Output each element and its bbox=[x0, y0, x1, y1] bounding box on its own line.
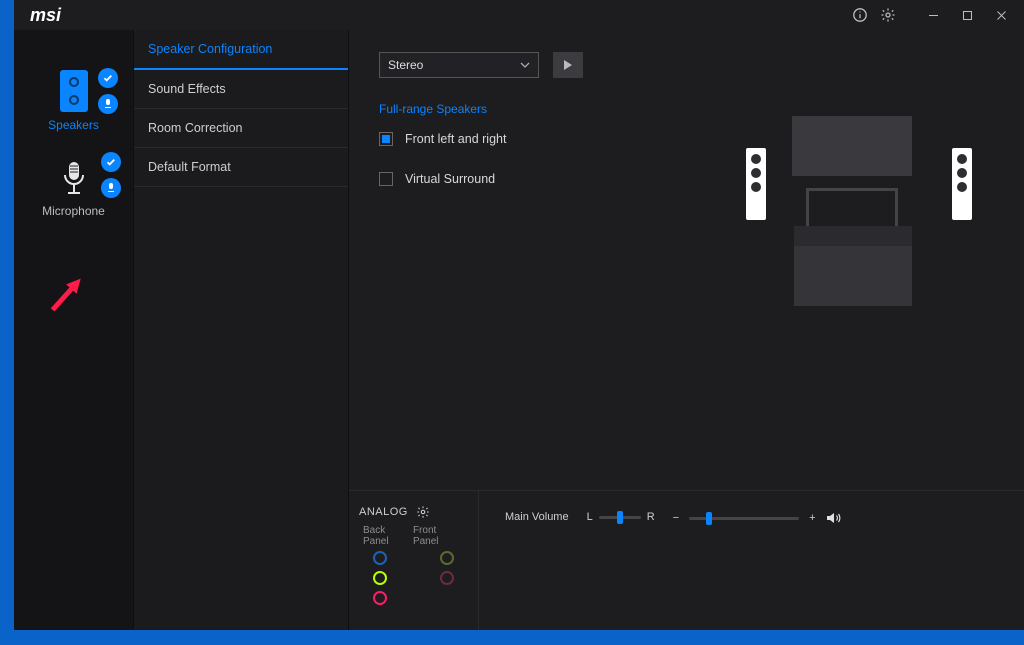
device-microphone[interactable]: Microphone bbox=[14, 150, 133, 236]
front-lr-checkbox[interactable] bbox=[379, 132, 393, 146]
device-badge-icon bbox=[101, 178, 121, 198]
balance-slider[interactable] bbox=[599, 516, 641, 519]
volume-slider[interactable] bbox=[689, 517, 799, 520]
section-title: Full-range Speakers bbox=[379, 102, 994, 116]
jack-back-2[interactable] bbox=[373, 571, 387, 585]
front-panel-label: Front Panel bbox=[413, 525, 464, 547]
volume-plus-button[interactable]: + bbox=[809, 512, 815, 524]
microphone-icon bbox=[61, 160, 87, 198]
balance-control: L R bbox=[587, 511, 655, 523]
nav-speaker-configuration[interactable]: Speaker Configuration bbox=[134, 30, 348, 70]
cabinet-back-icon bbox=[806, 188, 898, 228]
chevron-down-icon bbox=[520, 62, 530, 68]
annotation-arrow-icon bbox=[45, 273, 88, 318]
nav-sound-effects[interactable]: Sound Effects bbox=[134, 70, 348, 109]
content-pane: Stereo Full-range Speakers Front left an… bbox=[349, 30, 1024, 630]
test-play-button[interactable] bbox=[553, 52, 583, 78]
jack-front-2[interactable] bbox=[440, 571, 454, 585]
bottom-panel: ANALOG Back Panel Front Panel bbox=[349, 490, 1024, 630]
room-visualization bbox=[734, 120, 984, 370]
checkbox-label: Virtual Surround bbox=[405, 172, 495, 186]
device-label: Microphone bbox=[42, 204, 105, 218]
minimize-button[interactable] bbox=[916, 1, 950, 29]
volume-pane: Main Volume L R − + bbox=[479, 491, 1024, 630]
app-window: msi bbox=[14, 0, 1024, 630]
main-volume-label: Main Volume bbox=[505, 511, 569, 523]
volume-control: − + bbox=[673, 511, 842, 525]
select-value: Stereo bbox=[388, 58, 423, 72]
analog-panel: ANALOG Back Panel Front Panel bbox=[349, 491, 479, 630]
play-icon bbox=[563, 59, 573, 71]
back-panel-label: Back Panel bbox=[363, 525, 413, 547]
device-sidebar: Speakers Microphone bbox=[14, 30, 134, 630]
balance-left-label: L bbox=[587, 511, 593, 523]
nav-room-correction[interactable]: Room Correction bbox=[134, 109, 348, 148]
svg-text:msi: msi bbox=[30, 5, 62, 25]
tv-icon bbox=[792, 116, 912, 176]
settings-icon[interactable] bbox=[874, 1, 902, 29]
speaker-config-select[interactable]: Stereo bbox=[379, 52, 539, 78]
device-badge-icon bbox=[98, 94, 118, 114]
settings-nav: Speaker Configuration Sound Effects Room… bbox=[134, 30, 349, 630]
balance-right-label: R bbox=[647, 511, 655, 523]
check-badge-icon bbox=[101, 152, 121, 172]
volume-thumb[interactable] bbox=[706, 512, 712, 525]
jack-front-1[interactable] bbox=[440, 551, 454, 565]
cabinet-front-icon bbox=[794, 226, 912, 306]
titlebar: msi bbox=[14, 0, 1024, 30]
jack-back-3[interactable] bbox=[373, 591, 387, 605]
msi-logo: msi bbox=[30, 5, 88, 25]
device-label: Speakers bbox=[48, 118, 99, 132]
jack-grid bbox=[359, 551, 468, 605]
speaker-volume-icon[interactable] bbox=[826, 511, 842, 525]
info-icon[interactable] bbox=[846, 1, 874, 29]
right-speaker-icon[interactable] bbox=[952, 148, 972, 220]
balance-thumb[interactable] bbox=[617, 511, 623, 524]
maximize-button[interactable] bbox=[950, 1, 984, 29]
analog-title: ANALOG bbox=[359, 506, 408, 518]
virtual-surround-checkbox[interactable] bbox=[379, 172, 393, 186]
check-badge-icon bbox=[98, 68, 118, 88]
volume-minus-button[interactable]: − bbox=[673, 512, 679, 524]
left-speaker-icon[interactable] bbox=[746, 148, 766, 220]
speakers-icon bbox=[60, 70, 88, 112]
checkbox-label: Front left and right bbox=[405, 132, 506, 146]
close-button[interactable] bbox=[984, 1, 1018, 29]
jack-back-1[interactable] bbox=[373, 551, 387, 565]
nav-default-format[interactable]: Default Format bbox=[134, 148, 348, 187]
device-speakers[interactable]: Speakers bbox=[14, 60, 133, 150]
analog-settings-icon[interactable] bbox=[416, 505, 430, 519]
